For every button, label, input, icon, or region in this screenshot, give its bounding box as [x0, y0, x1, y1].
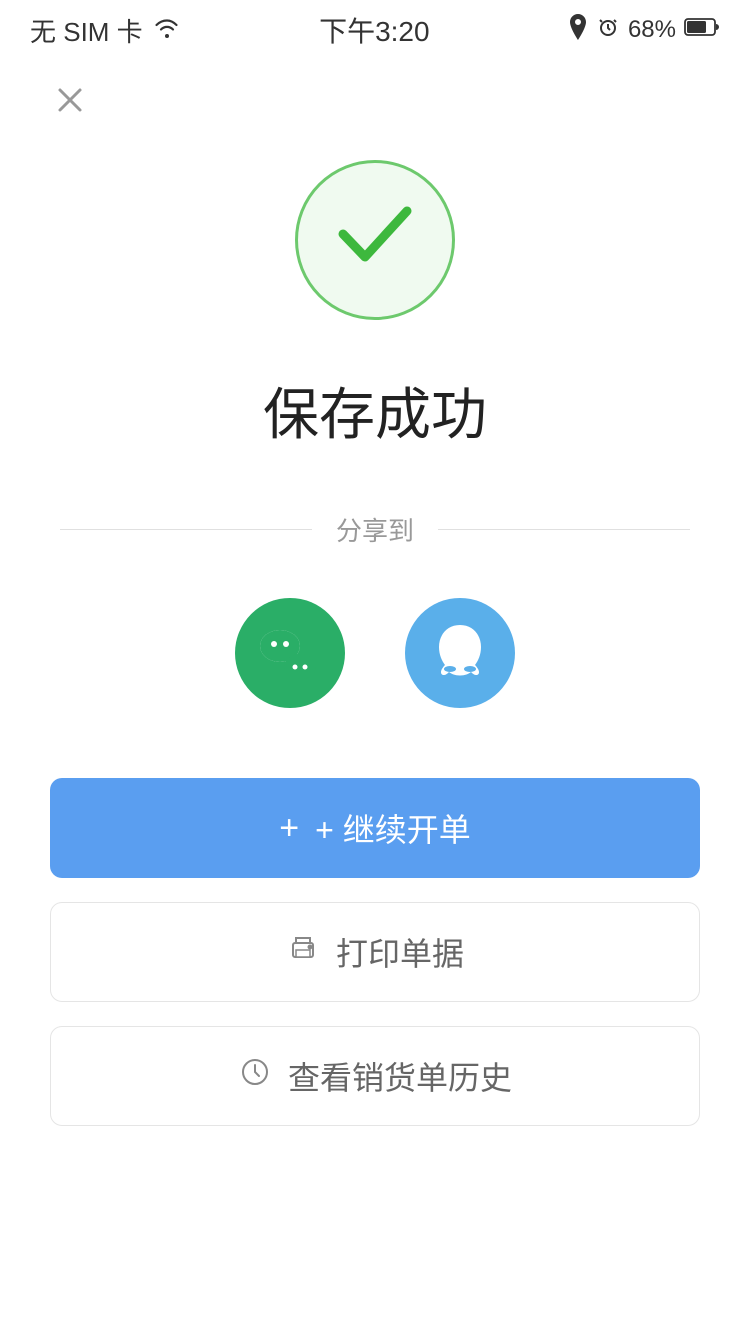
qq-share-button[interactable]: [405, 598, 515, 708]
clock-icon: [238, 1055, 272, 1097]
success-icon-circle: [295, 160, 455, 320]
status-right: 68%: [568, 14, 720, 47]
close-button[interactable]: [40, 70, 100, 130]
location-icon: [568, 14, 588, 47]
status-time: 下午3:20: [319, 10, 430, 50]
battery-icon: [684, 16, 720, 44]
alarm-icon: [596, 15, 620, 46]
share-icons-row: [235, 598, 515, 708]
continue-label: + 继续开单: [315, 805, 471, 851]
main-content: 保存成功 分享到: [0, 60, 750, 1126]
history-label: 查看销货单历史: [288, 1053, 512, 1099]
wifi-icon: [153, 15, 181, 46]
plus-icon: +: [279, 809, 299, 848]
success-title: 保存成功: [263, 370, 487, 451]
battery-percent: 68%: [628, 16, 676, 44]
history-button[interactable]: 查看销货单历史: [50, 1026, 700, 1126]
action-buttons: + + 继续开单 打印单据 查看销货单历: [50, 778, 700, 1126]
print-label: 打印单据: [336, 929, 464, 975]
status-left: 无 SIM 卡: [30, 12, 181, 49]
wechat-share-button[interactable]: [235, 598, 345, 708]
share-label: 分享到: [312, 511, 438, 548]
checkmark-icon: [335, 199, 415, 282]
divider-line-left: [60, 529, 312, 530]
continue-button[interactable]: + + 继续开单: [50, 778, 700, 878]
status-bar: 无 SIM 卡 下午3:20 68%: [0, 0, 750, 60]
divider-line-right: [438, 529, 690, 530]
share-divider: 分享到: [0, 511, 750, 548]
print-button[interactable]: 打印单据: [50, 902, 700, 1002]
no-sim-text: 无 SIM 卡: [30, 12, 143, 49]
printer-icon: [286, 931, 320, 973]
